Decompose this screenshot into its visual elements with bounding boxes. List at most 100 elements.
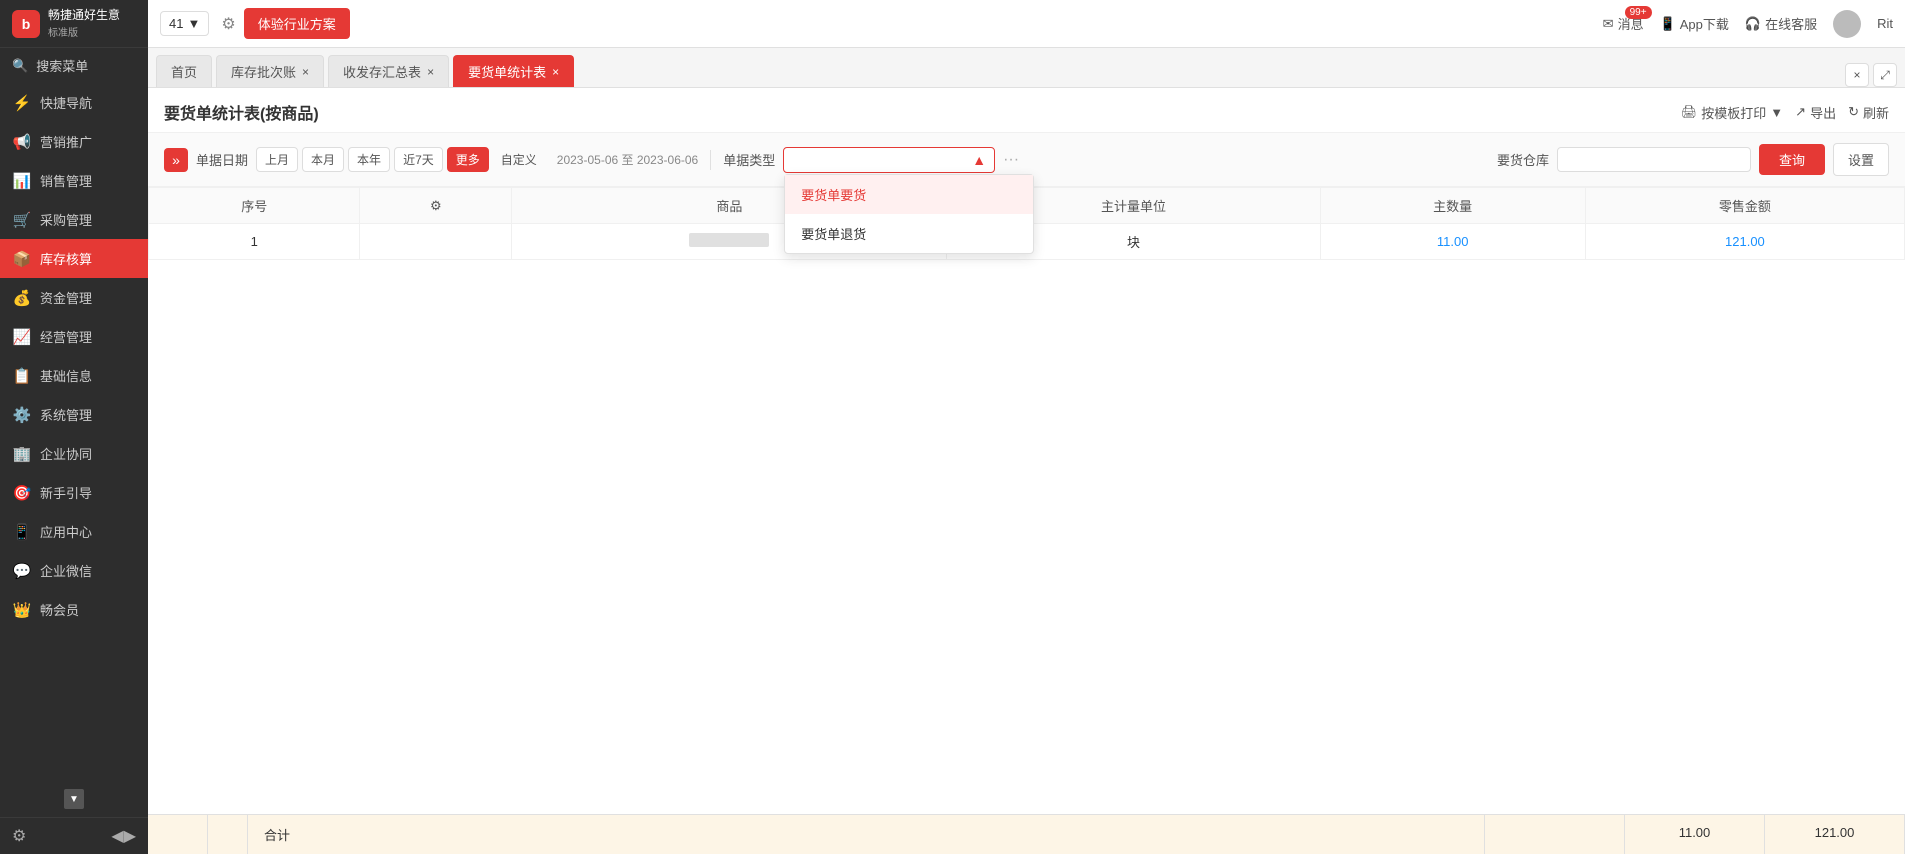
col-settings: ⚙ bbox=[360, 188, 512, 224]
basic-icon: 📋 bbox=[12, 367, 32, 385]
collapse-icon[interactable]: ◀▶ bbox=[111, 826, 136, 846]
refresh-label: 刷新 bbox=[1863, 103, 1889, 122]
column-settings-icon[interactable]: ⚙ bbox=[430, 198, 442, 213]
sidebar-item-quick-nav[interactable]: ⚡ 快捷导航 bbox=[0, 83, 148, 122]
col-amount: 零售金额 bbox=[1585, 188, 1904, 224]
customer-service-btn[interactable]: 🎧 在线客服 bbox=[1745, 14, 1817, 33]
print-icon: 🖨 bbox=[1681, 104, 1698, 120]
type-filter-input-wrap[interactable]: ▲ 要货单要货 要货单退货 bbox=[783, 147, 995, 173]
sidebar-scroll-down-btn[interactable]: ▼ bbox=[64, 789, 84, 809]
col-quantity: 主数量 bbox=[1320, 188, 1585, 224]
type-filter-label: 单据类型 bbox=[723, 150, 775, 169]
footer-quantity: 11.00 bbox=[1625, 815, 1765, 854]
more-btn[interactable]: 更多 bbox=[447, 147, 489, 172]
sidebar-item-operations[interactable]: 📈 经营管理 bbox=[0, 317, 148, 356]
sidebar-item-finance[interactable]: 💰 资金管理 bbox=[0, 278, 148, 317]
sidebar-item-marketing[interactable]: 📢 营销推广 bbox=[0, 122, 148, 161]
cell-quantity[interactable]: 11.00 bbox=[1320, 224, 1585, 260]
tab-home[interactable]: 首页 bbox=[156, 55, 212, 87]
date-range-text: 2023-05-06 至 2023-06-06 bbox=[557, 151, 698, 168]
last-7-days-btn[interactable]: 近7天 bbox=[394, 147, 443, 172]
sidebar-item-label: 畅会员 bbox=[40, 600, 79, 619]
sidebar-item-label: 企业协同 bbox=[40, 444, 92, 463]
sidebar-item-basic[interactable]: 📋 基础信息 bbox=[0, 356, 148, 395]
export-label: 导出 bbox=[1810, 103, 1836, 122]
custom-btn[interactable]: 自定义 bbox=[493, 148, 545, 171]
close-all-tabs-btn[interactable]: × bbox=[1845, 63, 1869, 87]
sidebar-item-system[interactable]: ⚙️ 系统管理 bbox=[0, 395, 148, 434]
messages-badge: 99+ bbox=[1625, 6, 1652, 19]
table-wrap: 序号 ⚙ 商品 主计量单位 主数量 零售金额 1 bbox=[148, 187, 1905, 814]
dropdown-item-purchase-order[interactable]: 要货单要货 bbox=[785, 175, 1033, 214]
messages-btn[interactable]: ✉ 消息 99+ bbox=[1603, 14, 1644, 33]
finance-icon: 💰 bbox=[12, 289, 32, 307]
guide-icon: 🎯 bbox=[12, 484, 32, 502]
sales-icon: 📊 bbox=[12, 172, 32, 190]
this-month-btn[interactable]: 本月 bbox=[302, 147, 344, 172]
settings-icon[interactable]: ⚙ bbox=[12, 826, 26, 846]
tab-receivable-summary[interactable]: 收发存汇总表 × bbox=[328, 55, 449, 87]
member-icon: 👑 bbox=[12, 601, 32, 619]
topbar-right: ✉ 消息 99+ 📱 App下载 🎧 在线客服 Rit bbox=[1603, 10, 1893, 38]
tab-order-summary-close-icon[interactable]: × bbox=[552, 65, 559, 79]
product-placeholder bbox=[689, 233, 769, 247]
sidebar-nav: ⚡ 快捷导航 📢 营销推广 📊 销售管理 🛒 采购管理 📦 库存核算 💰 资金管… bbox=[0, 83, 148, 785]
filter-separator-1 bbox=[710, 150, 711, 170]
tab-receivable-summary-close-icon[interactable]: × bbox=[427, 65, 434, 79]
trial-btn[interactable]: 体验行业方案 bbox=[244, 8, 350, 39]
col-index: 序号 bbox=[149, 188, 360, 224]
sidebar-item-inventory[interactable]: 📦 库存核算 bbox=[0, 239, 148, 278]
print-btn[interactable]: 🖨 按模板打印 ▼ bbox=[1681, 103, 1783, 122]
inventory-icon: 📦 bbox=[12, 250, 32, 268]
page-content: 要货单统计表(按商品) 🖨 按模板打印 ▼ ↗ 导出 ↻ 刷新 bbox=[148, 88, 1905, 854]
filter-type-more-icon[interactable]: ··· bbox=[1003, 151, 1019, 169]
refresh-btn[interactable]: ↻ 刷新 bbox=[1848, 103, 1889, 122]
footer-label: 合计 bbox=[248, 815, 1485, 854]
filter-expand-btn[interactable]: » bbox=[164, 148, 188, 172]
sidebar-item-member[interactable]: 👑 畅会员 bbox=[0, 590, 148, 629]
store-selector-chevron-icon: ▼ bbox=[187, 16, 200, 31]
app-download-label: App下载 bbox=[1680, 14, 1729, 33]
print-dropdown-icon: ▼ bbox=[1770, 105, 1783, 120]
sidebar-item-guide[interactable]: 🎯 新手引导 bbox=[0, 473, 148, 512]
sidebar-item-enterprise[interactable]: 🏢 企业协同 bbox=[0, 434, 148, 473]
sidebar-search[interactable]: 🔍 搜索菜单 bbox=[0, 48, 148, 83]
tab-inventory-batch[interactable]: 库存批次账 × bbox=[216, 55, 324, 87]
maximize-btn[interactable]: ⤢ bbox=[1873, 63, 1897, 87]
cell-amount[interactable]: 121.00 bbox=[1585, 224, 1904, 260]
page-title: 要货单统计表(按商品) bbox=[164, 100, 319, 124]
warehouse-filter-input[interactable] bbox=[1566, 152, 1742, 167]
sidebar-item-appstore[interactable]: 📱 应用中心 bbox=[0, 512, 148, 551]
warehouse-section: 要货仓库 bbox=[1497, 147, 1751, 172]
sidebar-item-label: 企业微信 bbox=[40, 561, 92, 580]
type-filter-chevron-icon[interactable]: ▲ bbox=[972, 152, 986, 168]
sidebar-item-sales[interactable]: 📊 销售管理 bbox=[0, 161, 148, 200]
store-selector[interactable]: 41 ▼ bbox=[160, 11, 209, 36]
last-month-btn[interactable]: 上月 bbox=[256, 147, 298, 172]
message-icon: ✉ bbox=[1603, 16, 1614, 32]
sidebar-item-label: 资金管理 bbox=[40, 288, 92, 307]
tabs-right: × ⤢ bbox=[1845, 63, 1897, 87]
sidebar-item-purchase[interactable]: 🛒 采购管理 bbox=[0, 200, 148, 239]
tab-order-summary[interactable]: 要货单统计表 × bbox=[453, 55, 574, 87]
app-download-btn[interactable]: 📱 App下载 bbox=[1660, 14, 1729, 33]
page-header: 要货单统计表(按商品) 🖨 按模板打印 ▼ ↗ 导出 ↻ 刷新 bbox=[148, 88, 1905, 133]
query-btn[interactable]: 查询 bbox=[1759, 144, 1825, 175]
tab-inventory-batch-close-icon[interactable]: × bbox=[302, 65, 309, 79]
app-logo-icon: b bbox=[12, 10, 40, 38]
topbar-settings-icon[interactable]: ⚙ bbox=[221, 14, 235, 34]
sidebar-item-wechat[interactable]: 💬 企业微信 bbox=[0, 551, 148, 590]
type-filter-input[interactable] bbox=[792, 152, 968, 167]
cell-settings bbox=[360, 224, 512, 260]
sidebar-item-label: 快捷导航 bbox=[40, 93, 92, 112]
export-btn[interactable]: ↗ 导出 bbox=[1795, 103, 1836, 122]
this-year-btn[interactable]: 本年 bbox=[348, 147, 390, 172]
dropdown-item-return-order[interactable]: 要货单退货 bbox=[785, 214, 1033, 253]
warehouse-filter-input-wrap[interactable] bbox=[1557, 147, 1751, 172]
appstore-icon: 📱 bbox=[12, 523, 32, 541]
sidebar-item-label: 基础信息 bbox=[40, 366, 92, 385]
settings-btn[interactable]: 设置 bbox=[1833, 143, 1889, 176]
expand-icon: » bbox=[172, 152, 180, 168]
sidebar-item-label: 应用中心 bbox=[40, 522, 92, 541]
user-avatar[interactable] bbox=[1833, 10, 1861, 38]
